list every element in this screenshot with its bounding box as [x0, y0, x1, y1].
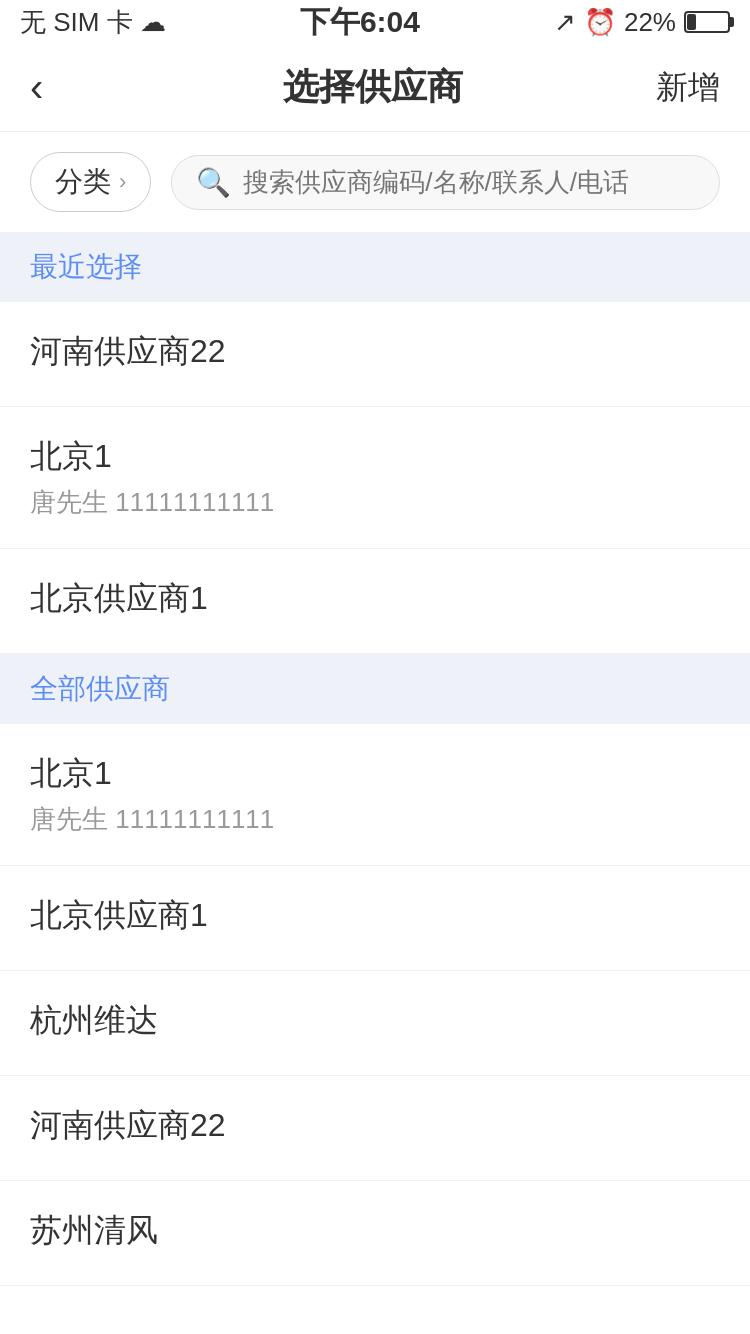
recent-list: 河南供应商22 北京1 唐先生 11111111111 北京供应商1 — [0, 302, 750, 654]
location-icon: ↗ — [554, 7, 576, 38]
recent-section-header: 最近选择 — [0, 232, 750, 302]
search-icon: 🔍 — [196, 166, 231, 199]
all-label: 全部供应商 — [30, 673, 170, 704]
status-left: 无 SIM 卡 ☁ — [20, 5, 166, 40]
list-item[interactable]: 苏州清风 — [0, 1181, 750, 1286]
all-section-header: 全部供应商 — [0, 654, 750, 724]
item-name: 北京1 — [30, 752, 720, 796]
status-time: 下午6:04 — [300, 2, 420, 43]
add-button[interactable]: 新增 — [656, 66, 720, 110]
battery-percent: 22% — [624, 7, 676, 38]
list-item[interactable]: 河南供应商22 — [0, 1076, 750, 1181]
sim-status: 无 SIM 卡 ☁ — [20, 5, 166, 40]
status-right: ↗ ⏰ 22% — [554, 7, 730, 38]
item-name: 北京供应商1 — [30, 577, 720, 621]
alarm-icon: ⏰ — [584, 7, 616, 38]
category-button[interactable]: 分类 › — [30, 152, 151, 212]
list-item[interactable]: 北京供应商1 — [0, 866, 750, 971]
list-item[interactable]: 河南供应商22 — [0, 302, 750, 407]
item-name: 北京供应商1 — [30, 894, 720, 938]
list-item[interactable]: 杭州维达 — [0, 971, 750, 1076]
chevron-icon: › — [119, 169, 126, 195]
nav-bar: ‹ 选择供应商 新增 — [0, 44, 750, 132]
page-title: 选择供应商 — [283, 63, 463, 112]
category-label: 分类 — [55, 163, 111, 201]
list-item[interactable]: 北京供应商1 — [0, 549, 750, 654]
all-list: 北京1 唐先生 11111111111 北京供应商1 杭州维达河南供应商22 苏州清风 — [0, 724, 750, 1286]
status-bar: 无 SIM 卡 ☁ 下午6:04 ↗ ⏰ 22% — [0, 0, 750, 44]
item-contact: 唐先生 11111111111 — [30, 802, 720, 837]
battery-icon — [684, 11, 730, 33]
filter-bar: 分类 › 🔍 — [0, 132, 750, 232]
item-name: 北京1 — [30, 435, 720, 479]
search-input[interactable] — [243, 167, 695, 198]
item-name: 杭州维达 — [30, 999, 720, 1043]
item-name: 河南供应商22 — [30, 330, 720, 374]
item-contact: 唐先生 11111111111 — [30, 485, 720, 520]
item-name: 河南供应商22 — [30, 1104, 720, 1148]
recent-label: 最近选择 — [30, 251, 142, 282]
list-item[interactable]: 北京1 唐先生 11111111111 — [0, 407, 750, 549]
item-name: 苏州清风 — [30, 1209, 720, 1253]
search-box[interactable]: 🔍 — [171, 155, 720, 210]
back-button[interactable]: ‹ — [30, 65, 90, 110]
list-item[interactable]: 北京1 唐先生 11111111111 — [0, 724, 750, 866]
